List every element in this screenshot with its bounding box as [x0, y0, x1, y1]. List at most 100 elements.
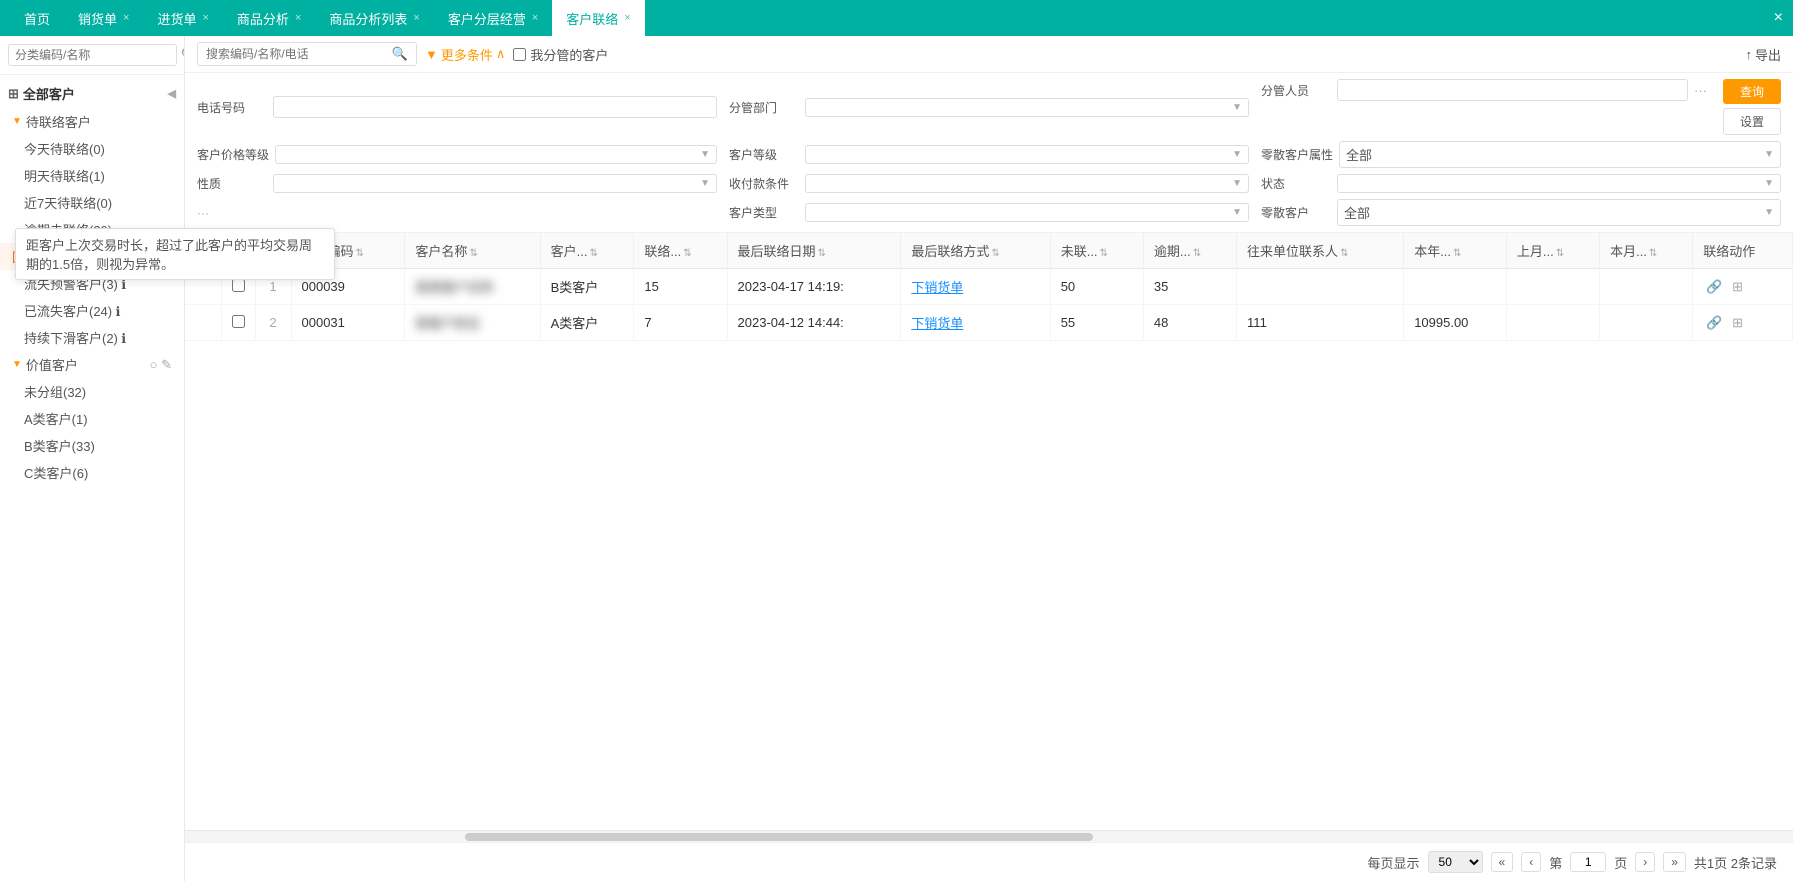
- sidebar-item-unclassified[interactable]: 未分组(32): [0, 378, 184, 405]
- customer-grade-label: 客户等级: [729, 146, 799, 163]
- sidebar-item-a-class[interactable]: A类客户(1): [0, 405, 184, 432]
- customer-type-select[interactable]: ▼: [805, 203, 1249, 222]
- sort-unread-icon[interactable]: ⇅: [1100, 248, 1108, 259]
- nav-customer-contact-close[interactable]: ×: [624, 12, 630, 24]
- sort-tmonth-icon[interactable]: ⇅: [1649, 248, 1657, 259]
- sidebar-item-tomorrow[interactable]: 明天待联络(1): [0, 162, 184, 189]
- search-icon[interactable]: 🔍: [392, 46, 408, 62]
- main-layout: 🔍 ⊞ 全部客户 ◀ ▼ 待联络客户 今天待联络(0) 明天待联络(1) 近7天…: [0, 36, 1793, 881]
- sort-date-icon[interactable]: ⇅: [818, 248, 826, 259]
- advanced-filter: 电话号码 分管部门 ▼ 分管人员 ··· 查询 设置: [185, 73, 1793, 233]
- tree-section-pending[interactable]: ▼ 待联络客户: [0, 108, 184, 135]
- nav-home[interactable]: 首页: [10, 0, 64, 36]
- td-action-1[interactable]: 🔗 ⊞: [1693, 269, 1793, 305]
- sort-name-icon[interactable]: ⇅: [469, 248, 477, 259]
- sidebar-item-c-class[interactable]: C类客户(6): [0, 459, 184, 486]
- sidebar-item-declining[interactable]: 持续下滑客户(2) ℹ: [0, 324, 184, 351]
- prev-page-button[interactable]: ‹: [1521, 852, 1541, 872]
- nav-analysis-list[interactable]: 商品分析列表 ×: [315, 0, 433, 36]
- td-last-date-2: 2023-04-12 14:44:: [727, 305, 901, 341]
- next-page-button[interactable]: ›: [1635, 852, 1655, 872]
- scattered-select[interactable]: 全部▼: [1337, 199, 1781, 226]
- sidebar-item-b-class[interactable]: B类客户(33): [0, 432, 184, 459]
- nav-analysis-list-close[interactable]: ×: [413, 12, 419, 24]
- action-link-icon-1[interactable]: 🔗: [1706, 279, 1722, 294]
- row2-checkbox[interactable]: [232, 315, 245, 328]
- sidebar-item-7days[interactable]: 近7天待联络(0): [0, 189, 184, 216]
- manager-more-icon[interactable]: ···: [1694, 83, 1707, 98]
- nature-select[interactable]: ▼: [273, 174, 717, 193]
- action-link-icon-2[interactable]: 🔗: [1706, 315, 1722, 330]
- nav-sales-close[interactable]: ×: [123, 12, 129, 24]
- payment-select[interactable]: ▼: [805, 174, 1249, 193]
- filter-icon: ▼: [425, 47, 438, 62]
- dept-select[interactable]: ▼: [805, 98, 1249, 117]
- th-last-month: 上月...⇅: [1506, 233, 1599, 269]
- sidebar-tree: ⊞ 全部客户 ◀ ▼ 待联络客户 今天待联络(0) 明天待联络(1) 近7天待联…: [0, 75, 184, 881]
- horizontal-scrollbar[interactable]: [185, 830, 1793, 842]
- nav-customer-layer-close[interactable]: ×: [532, 12, 538, 24]
- price-grade-select[interactable]: ▼: [275, 145, 717, 164]
- status-select[interactable]: ▼: [1337, 174, 1781, 193]
- action-grid-icon-1[interactable]: ⊞: [1732, 279, 1743, 294]
- search-box: 🔍: [197, 42, 417, 66]
- page-input[interactable]: [1570, 852, 1606, 872]
- filter-row-phone: 电话号码: [197, 79, 717, 135]
- action-grid-icon-2[interactable]: ⊞: [1732, 315, 1743, 330]
- customer-grade-select[interactable]: ▼: [805, 145, 1249, 164]
- sort-overdue-icon[interactable]: ⇅: [1193, 248, 1201, 259]
- manager-input[interactable]: [1337, 79, 1688, 101]
- nav-analysis[interactable]: 商品分析 ×: [223, 0, 315, 36]
- setting-button[interactable]: 设置: [1723, 108, 1781, 135]
- status-arrow: ▼: [1764, 178, 1774, 189]
- td-contact-1: 15: [634, 269, 727, 305]
- more-filter-button[interactable]: ▼ 更多条件 ∧: [425, 45, 505, 64]
- collapse-icon[interactable]: ◀: [168, 87, 176, 100]
- sidebar: 🔍 ⊞ 全部客户 ◀ ▼ 待联络客户 今天待联络(0) 明天待联络(1) 近7天…: [0, 36, 185, 881]
- name-blurred-2: 某客户姓名: [415, 316, 480, 331]
- search-input[interactable]: [206, 47, 392, 61]
- sort-lmonth-icon[interactable]: ⇅: [1556, 248, 1564, 259]
- row1-checkbox[interactable]: [232, 279, 245, 292]
- filter-row-scattered-attr: 零散客户属性 全部▼: [1261, 141, 1781, 168]
- my-customer-checkbox[interactable]: [513, 48, 526, 61]
- td-year-2: 10995.00: [1404, 305, 1507, 341]
- sort-contact-icon[interactable]: ⇅: [683, 248, 691, 259]
- last-page-button[interactable]: »: [1663, 852, 1686, 872]
- nav-purchase-close[interactable]: ×: [202, 12, 208, 24]
- nav-customer-layer[interactable]: 客户分层经营 ×: [434, 0, 552, 36]
- sort-method-icon[interactable]: ⇅: [991, 248, 999, 259]
- sort-year-icon[interactable]: ⇅: [1453, 248, 1461, 259]
- filter-row-manager: 分管人员 ··· 查询 设置: [1261, 79, 1781, 135]
- sort-code-icon[interactable]: ⇅: [356, 248, 364, 259]
- nav-analysis-close[interactable]: ×: [295, 12, 301, 24]
- value-section-header[interactable]: ▼ 价值客户 ○ ✎: [0, 351, 184, 378]
- first-page-button[interactable]: «: [1491, 852, 1514, 872]
- sidebar-item-churned[interactable]: 已流失客户(24) ℹ: [0, 297, 184, 324]
- td-last-method-2[interactable]: 下销货单: [901, 305, 1050, 341]
- td-checkbox-2[interactable]: [221, 305, 255, 341]
- export-button[interactable]: ↑ 导出: [1745, 45, 1781, 64]
- td-name-1[interactable]: 某某客户名称: [405, 269, 540, 305]
- phone-input[interactable]: [273, 96, 717, 118]
- sort-type-icon[interactable]: ⇅: [589, 248, 597, 259]
- filter-row-customer-grade: 客户等级 ▼: [729, 141, 1249, 168]
- sidebar-item-today[interactable]: 今天待联络(0): [0, 135, 184, 162]
- per-page-select[interactable]: 50 20 100: [1428, 851, 1483, 873]
- nav-close-all-button[interactable]: ×: [1774, 9, 1783, 27]
- td-type-2: A类客户: [540, 305, 634, 341]
- sort-person-icon[interactable]: ⇅: [1340, 248, 1348, 259]
- sidebar-search-input[interactable]: [8, 44, 177, 66]
- more-icon[interactable]: ···: [197, 206, 209, 220]
- td-name-2[interactable]: 某客户姓名: [405, 305, 540, 341]
- td-last-method-1[interactable]: 下销货单: [901, 269, 1050, 305]
- nav-purchase[interactable]: 进货单 ×: [143, 0, 222, 36]
- tree-all-customers[interactable]: ⊞ 全部客户 ◀: [0, 79, 184, 108]
- scroll-thumb[interactable]: [465, 833, 1093, 841]
- value-edit-icons[interactable]: ○ ✎: [150, 357, 172, 373]
- td-action-2[interactable]: 🔗 ⊞: [1693, 305, 1793, 341]
- nav-sales[interactable]: 销货单 ×: [64, 0, 143, 36]
- query-button[interactable]: 查询: [1723, 79, 1781, 104]
- scattered-attr-select[interactable]: 全部▼: [1339, 141, 1781, 168]
- nav-customer-contact[interactable]: 客户联络 ×: [552, 0, 644, 36]
